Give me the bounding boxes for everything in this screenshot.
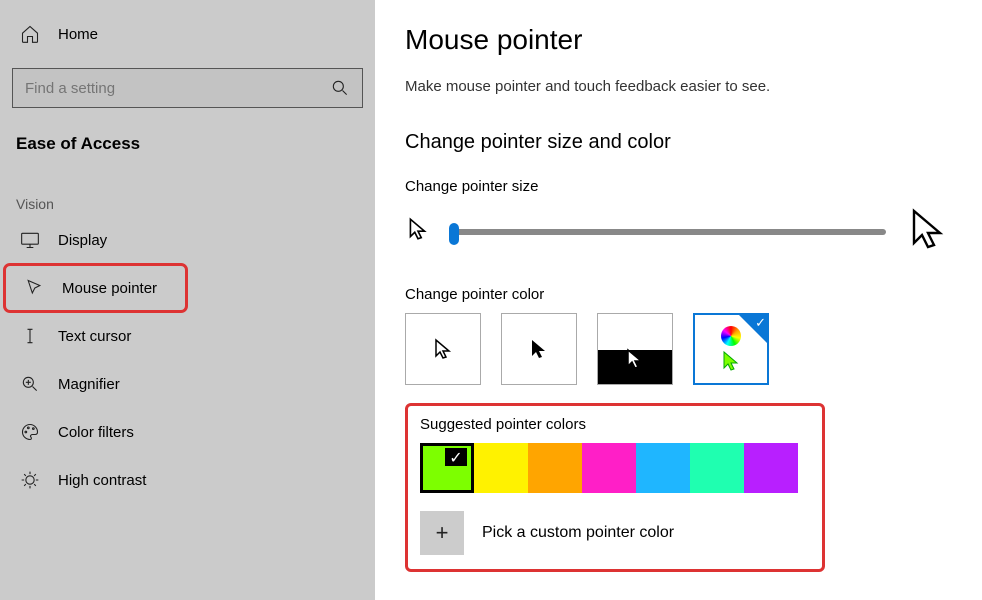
suggested-colors-label: Suggested pointer colors xyxy=(420,416,810,433)
color-swatch[interactable] xyxy=(690,443,744,493)
subsection-label: Vision xyxy=(16,196,359,212)
color-swatch[interactable] xyxy=(420,443,474,493)
color-swatch[interactable] xyxy=(744,443,798,493)
sidebar-item-display[interactable]: Display xyxy=(0,216,375,264)
palette-icon xyxy=(20,422,40,442)
section-title: Ease of Access xyxy=(16,134,359,154)
sidebar-item-color-filters[interactable]: Color filters xyxy=(0,408,375,456)
pointer-color-options xyxy=(405,313,952,385)
section-heading: Change pointer size and color xyxy=(405,131,952,154)
pointer-scheme-inverted[interactable] xyxy=(597,313,673,385)
suggested-swatches xyxy=(420,443,810,493)
search-input[interactable] xyxy=(25,80,330,97)
pointer-color-label: Change pointer color xyxy=(405,286,952,303)
home-icon xyxy=(20,24,40,44)
color-swatch[interactable] xyxy=(474,443,528,493)
sidebar: Home Ease of Access Vision Display Mouse… xyxy=(0,0,375,600)
slider-thumb[interactable] xyxy=(449,223,459,245)
suggested-colors-zone: Suggested pointer colors + Pick a custom… xyxy=(405,403,825,572)
color-swatch[interactable] xyxy=(636,443,690,493)
sidebar-item-magnifier[interactable]: Magnifier xyxy=(0,360,375,408)
pointer-size-label: Change pointer size xyxy=(405,178,952,195)
pointer-size-row xyxy=(405,205,952,258)
contrast-icon xyxy=(20,470,40,490)
sidebar-item-label: Magnifier xyxy=(58,376,120,393)
magnifier-icon xyxy=(20,374,40,394)
page-description: Make mouse pointer and touch feedback ea… xyxy=(405,78,952,95)
selected-check-icon xyxy=(739,315,767,343)
pointer-scheme-white[interactable] xyxy=(405,313,481,385)
search-icon xyxy=(330,78,350,98)
sidebar-item-label: Mouse pointer xyxy=(62,280,157,297)
plus-icon: + xyxy=(420,511,464,555)
pointer-scheme-black[interactable] xyxy=(501,313,577,385)
color-swatch[interactable] xyxy=(582,443,636,493)
pointer-scheme-custom[interactable] xyxy=(693,313,769,385)
cursor-small-icon xyxy=(405,216,431,247)
color-swatch[interactable] xyxy=(528,443,582,493)
sidebar-item-high-contrast[interactable]: High contrast xyxy=(0,456,375,504)
pick-custom-color[interactable]: + Pick a custom pointer color xyxy=(420,511,810,555)
colorwheel-icon xyxy=(721,326,741,346)
pick-custom-label: Pick a custom pointer color xyxy=(482,524,674,542)
sidebar-item-mouse-pointer[interactable]: Mouse pointer xyxy=(4,264,187,312)
sidebar-item-text-cursor[interactable]: Text cursor xyxy=(0,312,375,360)
home-link[interactable]: Home xyxy=(0,18,375,50)
sidebar-item-label: Text cursor xyxy=(58,328,131,345)
sidebar-item-label: Color filters xyxy=(58,424,134,441)
cursor-large-icon xyxy=(904,205,952,258)
search-field[interactable] xyxy=(12,68,363,108)
cursor-icon xyxy=(24,278,44,298)
sidebar-item-label: Display xyxy=(58,232,107,249)
text-cursor-icon xyxy=(20,326,40,346)
page-title: Mouse pointer xyxy=(405,24,952,56)
main-content: Mouse pointer Make mouse pointer and tou… xyxy=(375,0,982,600)
pointer-size-slider[interactable] xyxy=(449,229,886,235)
home-label: Home xyxy=(58,26,98,43)
sidebar-item-label: High contrast xyxy=(58,472,146,489)
display-icon xyxy=(20,230,40,250)
